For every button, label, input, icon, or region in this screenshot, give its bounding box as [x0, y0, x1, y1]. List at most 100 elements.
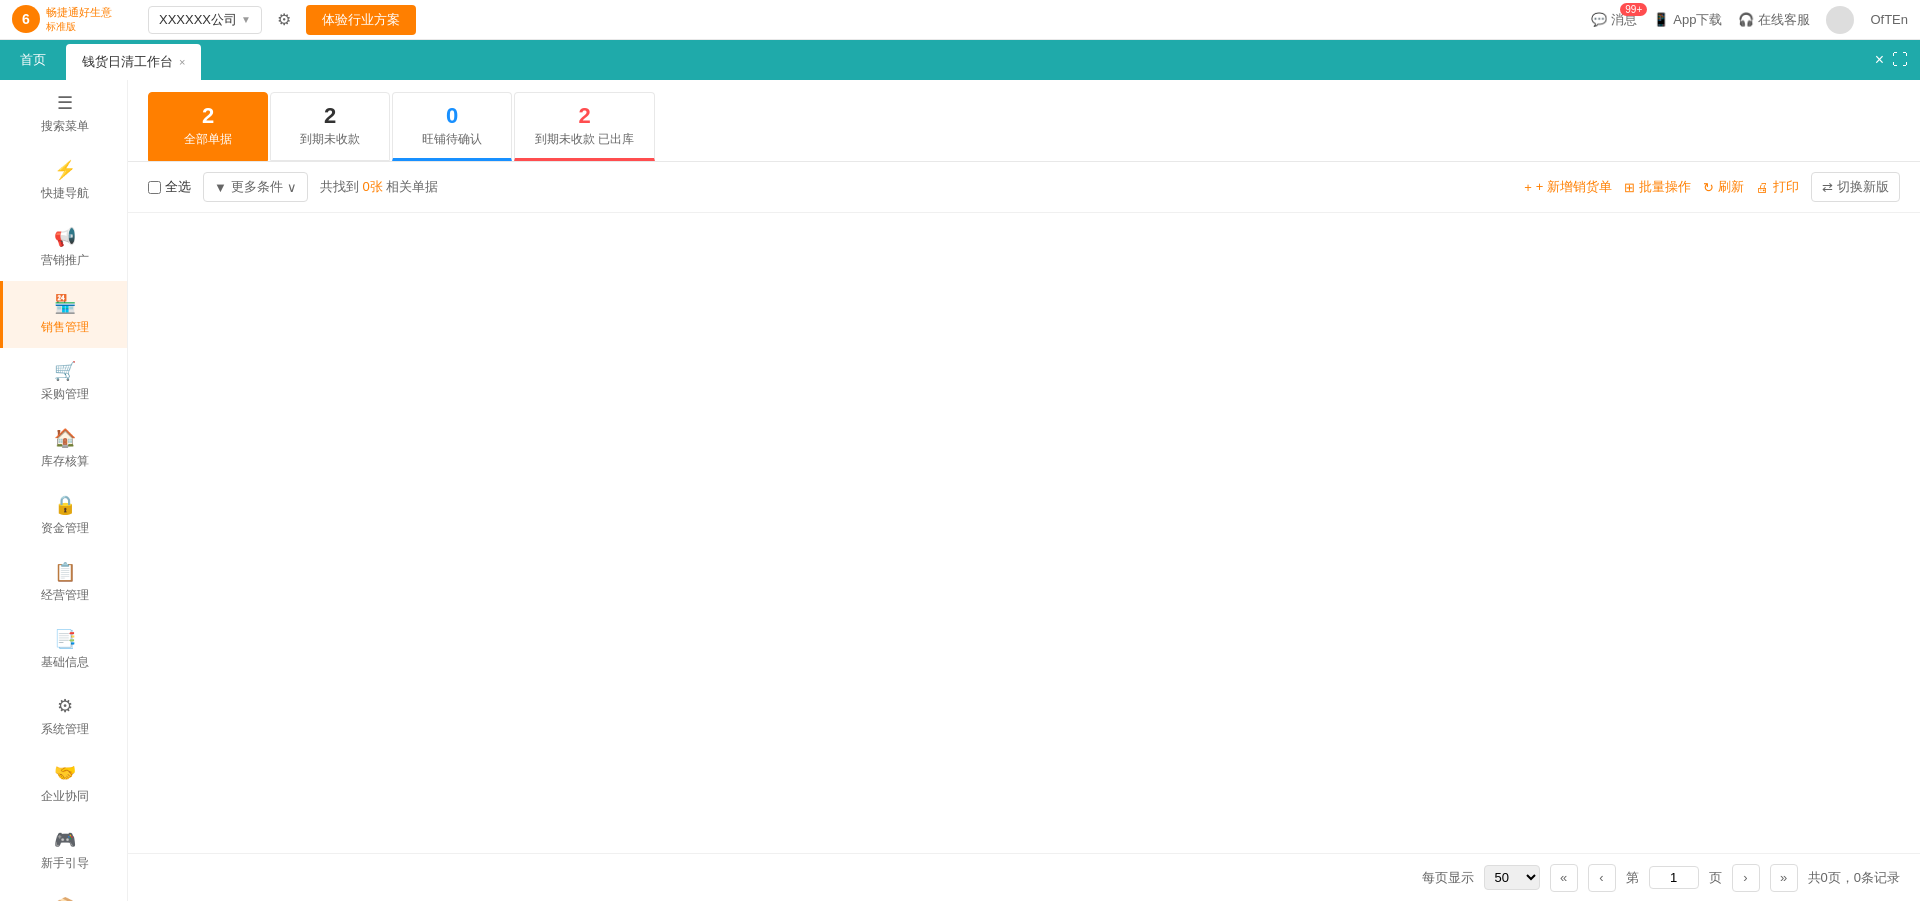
- sidebar-item-label-quick-nav: 快捷导航: [41, 185, 89, 202]
- logo-name: 畅捷通好生意: [46, 5, 112, 19]
- filter-label: 更多条件: [231, 178, 283, 196]
- add-sales-order-button[interactable]: + + 新增销货单: [1524, 178, 1612, 196]
- app-download-icon: 📱: [1653, 12, 1669, 27]
- page-label: 第: [1626, 869, 1639, 887]
- next-page-button[interactable]: ›: [1732, 864, 1760, 892]
- switch-new-version-button[interactable]: ⇄ 切换新版: [1811, 172, 1900, 202]
- sidebar-item-app-center[interactable]: 📦 应用中心: [0, 884, 127, 901]
- tab-home[interactable]: 首页: [0, 40, 66, 80]
- sidebar-item-finance[interactable]: 🔒 资金管理: [0, 482, 127, 549]
- table-area: [128, 213, 1920, 853]
- app-download-button[interactable]: 📱 App下载: [1653, 11, 1722, 29]
- message-badge: 99+: [1620, 3, 1647, 16]
- tab-active-label: 钱货日清工作台: [82, 53, 173, 71]
- per-page-label: 每页显示: [1422, 869, 1474, 887]
- more-filters-button[interactable]: ▼ 更多条件 ∨: [203, 172, 308, 202]
- page-number-input[interactable]: [1649, 866, 1699, 889]
- main-content: 2 全部单据 2 到期未收款 0 旺铺待确认 2 到期未收款 已出库 全选: [128, 80, 1920, 901]
- sidebar-item-search-menu[interactable]: ☰ 搜索菜单: [0, 80, 127, 147]
- username: OfTEn: [1870, 12, 1908, 27]
- logo-text-group: 畅捷通好生意 标准版: [46, 5, 112, 33]
- found-text: 共找到 0张 相关单据: [320, 178, 438, 196]
- search-menu-icon: ☰: [57, 92, 73, 114]
- total-label: 共0页，0条记录: [1808, 869, 1900, 887]
- top-bar-left: 6 畅捷通好生意 标准版 XXXXXX公司 ▼ ⚙ 体验行业方案: [12, 5, 416, 35]
- toolbar-right: + + 新增销货单 ⊞ 批量操作 ↻ 刷新 🖨 打印 ⇄ 切换新版: [1524, 172, 1900, 202]
- batch-icon: ⊞: [1624, 180, 1635, 195]
- settings-button[interactable]: ⚙: [270, 6, 298, 34]
- sidebar-item-sales[interactable]: 🏪 销售管理: [0, 281, 127, 348]
- toolbar: 全选 ▼ 更多条件 ∨ 共找到 0张 相关单据 + + 新增销货单 ⊞ 批量操作: [128, 162, 1920, 213]
- sidebar-item-inventory[interactable]: 🏠 库存核算: [0, 415, 127, 482]
- sidebar-item-label-cooperation: 企业协同: [41, 788, 89, 805]
- per-page-select[interactable]: 50 100 200: [1484, 865, 1540, 890]
- message-button[interactable]: 💬 消息 99+: [1591, 11, 1637, 29]
- page-suffix: 页: [1709, 869, 1722, 887]
- first-page-button[interactable]: «: [1550, 864, 1578, 892]
- stat-label-overdue: 到期未收款: [291, 131, 369, 148]
- app-center-icon: 📦: [54, 896, 76, 901]
- sidebar-item-cooperation[interactable]: 🤝 企业协同: [0, 750, 127, 817]
- stat-label-overdue-shipped: 到期未收款 已出库: [535, 131, 634, 148]
- sales-icon: 🏪: [54, 293, 76, 315]
- tab-active[interactable]: 钱货日清工作台 ×: [66, 44, 201, 80]
- finance-icon: 🔒: [54, 494, 76, 516]
- sidebar: ☰ 搜索菜单 ⚡ 快捷导航 📢 营销推广 🏪 销售管理 🛒 采购管理 🏠 库存核…: [0, 80, 128, 901]
- sidebar-item-guide[interactable]: 🎮 新手引导: [0, 817, 127, 884]
- message-icon: 💬: [1591, 12, 1607, 27]
- filter-arrow-icon: ∨: [287, 180, 297, 195]
- top-bar: 6 畅捷通好生意 标准版 XXXXXX公司 ▼ ⚙ 体验行业方案 💬 消息 99…: [0, 0, 1920, 40]
- system-icon: ⚙: [57, 695, 73, 717]
- marketing-icon: 📢: [54, 226, 76, 248]
- base-info-icon: 📑: [54, 628, 76, 650]
- refresh-icon: ↻: [1703, 180, 1714, 195]
- batch-operations-button[interactable]: ⊞ 批量操作: [1624, 178, 1691, 196]
- sidebar-item-base-info[interactable]: 📑 基础信息: [0, 616, 127, 683]
- sidebar-item-label-sales: 销售管理: [41, 319, 89, 336]
- logo-edition: 标准版: [46, 20, 112, 34]
- company-name: XXXXXX公司: [159, 11, 237, 29]
- trial-button[interactable]: 体验行业方案: [306, 5, 416, 35]
- stat-tab-overdue-shipped[interactable]: 2 到期未收款 已出库: [514, 92, 655, 161]
- online-service-button[interactable]: 🎧 在线客服: [1738, 11, 1810, 29]
- tab-close-icon[interactable]: ×: [179, 56, 185, 68]
- sidebar-item-purchase[interactable]: 🛒 采购管理: [0, 348, 127, 415]
- sidebar-item-label-system: 系统管理: [41, 721, 89, 738]
- last-page-button[interactable]: »: [1770, 864, 1798, 892]
- company-selector[interactable]: XXXXXX公司 ▼: [148, 6, 262, 34]
- tab-maximize-button[interactable]: ⛶: [1892, 51, 1908, 69]
- tabs-bar-actions: × ⛶: [1875, 51, 1920, 69]
- sidebar-item-quick-nav[interactable]: ⚡ 快捷导航: [0, 147, 127, 214]
- sidebar-item-marketing[interactable]: 📢 营销推广: [0, 214, 127, 281]
- found-suffix: 相关单据: [386, 179, 438, 194]
- stat-tab-overdue[interactable]: 2 到期未收款: [270, 92, 390, 161]
- sidebar-item-system[interactable]: ⚙ 系统管理: [0, 683, 127, 750]
- stat-tab-pending[interactable]: 0 旺铺待确认: [392, 92, 512, 161]
- select-all-checkbox-label[interactable]: 全选: [148, 178, 191, 196]
- tabs-bar: 首页 钱货日清工作台 × × ⛶: [0, 40, 1920, 80]
- pagination: 每页显示 50 100 200 « ‹ 第 页 › » 共0页，0条记录: [128, 853, 1920, 901]
- refresh-button[interactable]: ↻ 刷新: [1703, 178, 1744, 196]
- stat-num-all: 2: [169, 103, 247, 129]
- sidebar-item-label-finance: 资金管理: [41, 520, 89, 537]
- select-all-checkbox[interactable]: [148, 181, 161, 194]
- layout: ☰ 搜索菜单 ⚡ 快捷导航 📢 营销推广 🏪 销售管理 🛒 采购管理 🏠 库存核…: [0, 80, 1920, 901]
- stat-tab-all[interactable]: 2 全部单据: [148, 92, 268, 161]
- cooperation-icon: 🤝: [54, 762, 76, 784]
- avatar[interactable]: [1826, 6, 1854, 34]
- stat-num-overdue-shipped: 2: [535, 103, 634, 129]
- sidebar-item-operations[interactable]: 📋 经营管理: [0, 549, 127, 616]
- sidebar-item-label-guide: 新手引导: [41, 855, 89, 872]
- print-button[interactable]: 🖨 打印: [1756, 178, 1799, 196]
- sidebar-item-label-base-info: 基础信息: [41, 654, 89, 671]
- print-label: 打印: [1773, 178, 1799, 196]
- found-num: 0张: [363, 179, 383, 194]
- tab-minimize-button[interactable]: ×: [1875, 51, 1884, 69]
- add-label: + 新增销货单: [1536, 178, 1612, 196]
- stat-tabs: 2 全部单据 2 到期未收款 0 旺铺待确认 2 到期未收款 已出库: [128, 80, 1920, 162]
- stat-label-pending: 旺铺待确认: [413, 131, 491, 148]
- add-icon: +: [1524, 180, 1532, 195]
- service-label: 在线客服: [1758, 11, 1810, 29]
- guide-icon: 🎮: [54, 829, 76, 851]
- prev-page-button[interactable]: ‹: [1588, 864, 1616, 892]
